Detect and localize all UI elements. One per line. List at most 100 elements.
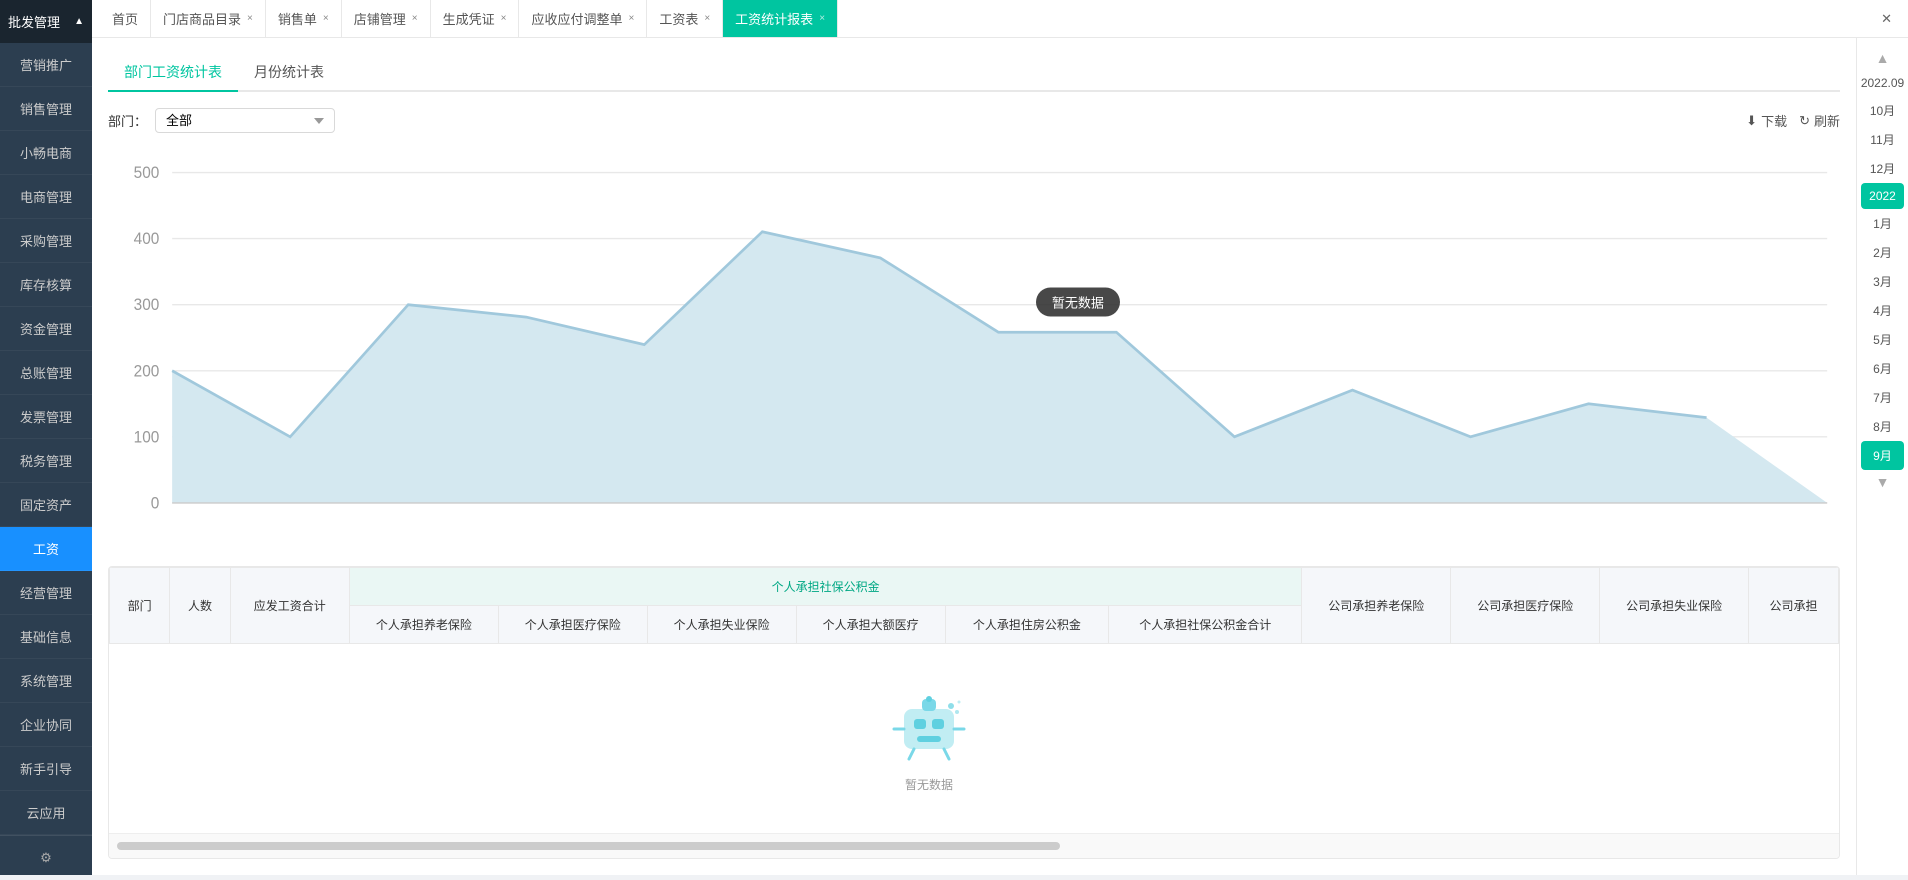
sidebar-item-总账管理[interactable]: 总账管理 — [0, 351, 92, 395]
main-content: 首页门店商品目录×销售单×店铺管理×生成凭证×应收应付调整单×工资表×工资统计报… — [92, 0, 1908, 875]
sidebar-item-电商管理[interactable]: 电商管理 — [0, 175, 92, 219]
sidebar-toggle-icon: ▲ — [74, 16, 84, 27]
tab-2[interactable]: 销售单 × — [266, 0, 342, 37]
dept-filter: 部门： 全部 — [108, 108, 335, 133]
col-company-other: 公司承担 — [1749, 568, 1839, 644]
right-sidebar-item-6[interactable]: 2月 — [1857, 238, 1908, 267]
right-sidebar: ▲ 2022.0910月11月12月20221月2月3月4月5月6月7月8月9月… — [1856, 38, 1908, 875]
tab-close-4[interactable]: × — [501, 13, 507, 24]
sidebar-item-固定资产[interactable]: 固定资产 — [0, 483, 92, 527]
sidebar-item-系统管理[interactable]: 系统管理 — [0, 659, 92, 703]
sidebar-item-基础信息[interactable]: 基础信息 — [0, 615, 92, 659]
tab-3[interactable]: 店铺管理 × — [342, 0, 431, 37]
empty-text: 暂无数据 — [905, 776, 953, 793]
gear-icon: ⚙ — [40, 850, 52, 865]
sidebar-item-营销推广[interactable]: 营销推广 — [0, 43, 92, 87]
col-personal-total: 个人承担社保公积金合计 — [1109, 606, 1302, 644]
tab-close-5[interactable]: × — [628, 13, 634, 24]
sidebar-header[interactable]: 批发管理 ▲ — [0, 0, 92, 43]
tab-close-6[interactable]: × — [704, 13, 710, 24]
download-icon: ⬇ — [1746, 113, 1757, 129]
col-personal-unemployment: 个人承担失业保险 — [647, 606, 796, 644]
sidebar-item-新手引导[interactable]: 新手引导 — [0, 747, 92, 791]
right-sidebar-item-11[interactable]: 7月 — [1857, 383, 1908, 412]
tab-label-6: 工资表 — [659, 9, 698, 28]
tab-label-4: 生成凭证 — [443, 9, 495, 28]
right-sidebar-item-10[interactable]: 6月 — [1857, 354, 1908, 383]
right-sidebar-item-8[interactable]: 4月 — [1857, 296, 1908, 325]
tab-label-5: 应收应付调整单 — [531, 9, 622, 28]
tab-label-2: 销售单 — [278, 9, 317, 28]
tab-close-7[interactable]: × — [819, 13, 825, 24]
tab-6[interactable]: 工资表 × — [647, 0, 723, 37]
right-sidebar-item-7[interactable]: 3月 — [1857, 267, 1908, 296]
tab-bar: 首页门店商品目录×销售单×店铺管理×生成凭证×应收应付调整单×工资表×工资统计报… — [92, 0, 1908, 38]
empty-icon — [889, 684, 969, 764]
col-dept: 部门 — [110, 568, 170, 644]
nav-down-arrow[interactable]: ▼ — [1872, 470, 1894, 494]
tab-close-2[interactable]: × — [323, 13, 329, 24]
refresh-label: 刷新 — [1814, 111, 1840, 130]
sidebar-item-采购管理[interactable]: 采购管理 — [0, 219, 92, 263]
sidebar: 批发管理 ▲ 营销推广销售管理小畅电商电商管理采购管理库存核算资金管理总账管理发… — [0, 0, 92, 875]
tab-close-3[interactable]: × — [412, 13, 418, 24]
right-sidebar-item-13[interactable]: 9月 — [1861, 441, 1904, 470]
sidebar-footer-settings[interactable]: ⚙ — [0, 835, 92, 880]
col-total-salary: 应发工资合计 — [230, 568, 349, 644]
col-company-unemployment: 公司承担失业保险 — [1600, 568, 1749, 644]
sub-tab-bar: 部门工资统计表 月份统计表 — [108, 54, 1840, 92]
svg-text:300: 300 — [134, 297, 160, 315]
empty-state: 暂无数据 — [110, 644, 1749, 833]
sidebar-item-销售管理[interactable]: 销售管理 — [0, 87, 92, 131]
table-scrollbar[interactable] — [117, 842, 1060, 850]
right-sidebar-item-9[interactable]: 5月 — [1857, 325, 1908, 354]
close-all-button[interactable]: ✕ — [1873, 11, 1900, 27]
svg-text:500: 500 — [134, 165, 160, 183]
sidebar-item-税务管理[interactable]: 税务管理 — [0, 439, 92, 483]
page-content: 部门工资统计表 月份统计表 部门： 全部 ⬇ 下载 ↻ — [92, 38, 1908, 875]
right-sidebar-item-3[interactable]: 12月 — [1857, 154, 1908, 183]
sidebar-item-库存核算[interactable]: 库存核算 — [0, 263, 92, 307]
right-sidebar-item-0[interactable]: 2022.09 — [1857, 70, 1908, 96]
tab-label-7: 工资统计报表 — [735, 9, 813, 28]
sidebar-item-资金管理[interactable]: 资金管理 — [0, 307, 92, 351]
right-sidebar-item-2[interactable]: 11月 — [1857, 125, 1908, 154]
tab-label-0: 首页 — [112, 9, 138, 28]
download-button[interactable]: ⬇ 下载 — [1746, 111, 1787, 130]
sidebar-item-工资[interactable]: 工资 — [0, 527, 92, 571]
tab-month-stats[interactable]: 月份统计表 — [238, 54, 340, 92]
tab-5[interactable]: 应收应付调整单 × — [519, 0, 647, 37]
col-personal-pension: 个人承担养老保险 — [349, 606, 498, 644]
sidebar-title: 批发管理 — [8, 12, 60, 31]
right-sidebar-item-1[interactable]: 10月 — [1857, 96, 1908, 125]
svg-text:200: 200 — [134, 363, 160, 381]
dept-label: 部门： — [108, 111, 147, 130]
tab-0[interactable]: 首页 — [100, 0, 151, 37]
chart-toolbar: 部门： 全部 ⬇ 下载 ↻ 刷新 — [108, 108, 1840, 133]
tab-label-1: 门店商品目录 — [163, 9, 241, 28]
svg-text:100: 100 — [134, 429, 160, 447]
sidebar-item-小畅电商[interactable]: 小畅电商 — [0, 131, 92, 175]
sidebar-item-企业协同[interactable]: 企业协同 — [0, 703, 92, 747]
tab-close-1[interactable]: × — [247, 13, 253, 24]
col-group-personal: 个人承担社保公积金 — [349, 568, 1301, 606]
tab-1[interactable]: 门店商品目录 × — [151, 0, 266, 37]
col-count: 人数 — [170, 568, 230, 644]
salary-table: 部门 人数 应发工资合计 个人承担社保公积金 公司承担养老保险 公司承担医疗保险… — [109, 567, 1839, 833]
right-sidebar-item-5[interactable]: 1月 — [1857, 209, 1908, 238]
sidebar-item-发票管理[interactable]: 发票管理 — [0, 395, 92, 439]
tab-7[interactable]: 工资统计报表 × — [723, 0, 838, 37]
col-company-pension: 公司承担养老保险 — [1302, 568, 1451, 644]
nav-up-arrow[interactable]: ▲ — [1872, 46, 1894, 70]
tab-dept-stats[interactable]: 部门工资统计表 — [108, 54, 238, 92]
dept-select[interactable]: 全部 — [155, 108, 335, 133]
tab-4[interactable]: 生成凭证 × — [431, 0, 520, 37]
sidebar-item-云应用[interactable]: 云应用 — [0, 791, 92, 835]
sidebar-item-经营管理[interactable]: 经营管理 — [0, 571, 92, 615]
tab-label-3: 店铺管理 — [354, 9, 406, 28]
refresh-button[interactable]: ↻ 刷新 — [1799, 111, 1840, 130]
chart-area: 部门工资统计表 月份统计表 部门： 全部 ⬇ 下载 ↻ — [92, 38, 1856, 875]
right-sidebar-item-12[interactable]: 8月 — [1857, 412, 1908, 441]
col-personal-medical: 个人承担医疗保险 — [498, 606, 647, 644]
right-sidebar-item-4[interactable]: 2022 — [1861, 183, 1904, 209]
